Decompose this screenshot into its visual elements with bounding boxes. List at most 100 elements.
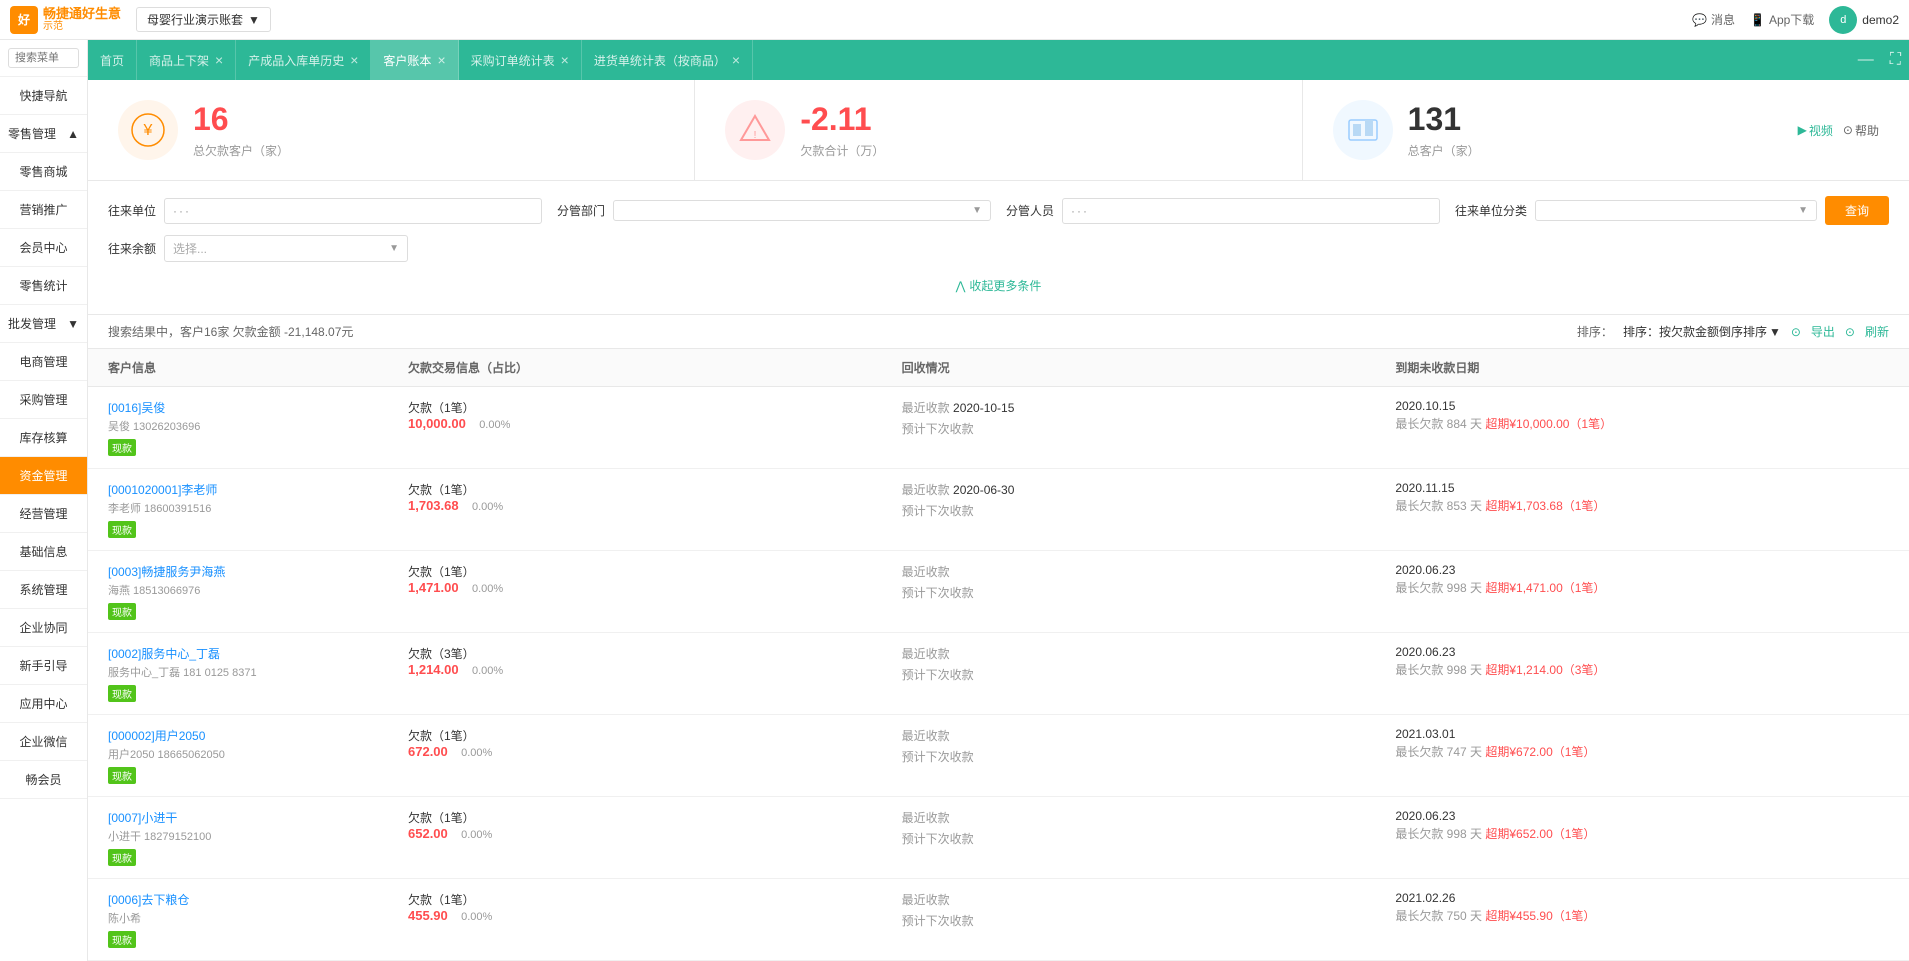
sidebar-item-system[interactable]: 系统管理 (0, 571, 87, 609)
refresh-icon: ⊙ (1845, 325, 1855, 339)
collapse-filters-btn[interactable]: ⋀ 收起更多条件 (108, 272, 1889, 299)
balance-label: 往来余额 (108, 240, 156, 257)
tab-product-history[interactable]: 产成品入库单历史 × (236, 40, 371, 80)
sidebar-item-member-plus[interactable]: 畅会员 (0, 761, 87, 799)
person-input[interactable]: ··· (1062, 198, 1440, 224)
svg-text:¥: ¥ (143, 122, 153, 139)
debt-amount-7: 455.90 (408, 908, 448, 923)
overdue-info-4: 2020.06.23 最长欠款 998 天 超期¥1,214.00（3笔） (1395, 645, 1889, 678)
overdue-link-4[interactable]: 超期¥1,214.00（3笔） (1485, 663, 1605, 677)
overdue-link-6[interactable]: 超期¥652.00（1笔） (1485, 827, 1595, 841)
supplier-input[interactable]: ··· (164, 198, 542, 224)
customer-name-1[interactable]: [0016]吴俊 (108, 399, 408, 416)
customer-tag-4: 现款 (108, 685, 136, 702)
overdue-link-1[interactable]: 超期¥10,000.00（1笔） (1485, 417, 1612, 431)
sidebar-item-appcenter[interactable]: 应用中心 (0, 685, 87, 723)
debt-info-4: 欠款（3笔） 1,214.00 0.00% (408, 645, 902, 677)
sidebar-item-newguide[interactable]: 新手引导 (0, 647, 87, 685)
customer-name-7[interactable]: [0006]去下粮仓 (108, 891, 408, 908)
sidebar-item-purchase[interactable]: 采购管理 (0, 381, 87, 419)
col-header-customer: 客户信息 (108, 359, 408, 376)
debt-info-7: 欠款（1笔） 455.90 0.00% (408, 891, 902, 923)
tab-close-purchase-stats[interactable]: × (732, 53, 740, 67)
tab-close-purchase-order[interactable]: × (561, 53, 569, 67)
debt-percent-4: 0.00% (472, 665, 503, 677)
search-button[interactable]: 查询 (1825, 196, 1889, 225)
debt-amount-5: 672.00 (408, 744, 448, 759)
debt-amount-1: 10,000.00 (408, 416, 466, 431)
export-btn[interactable]: 导出 (1811, 323, 1835, 340)
customer-name-2[interactable]: [0001020001]李老师 (108, 481, 408, 498)
customer-name-4[interactable]: [0002]服务中心_丁磊 (108, 645, 408, 662)
help-btn[interactable]: ⊙ 帮助 (1843, 122, 1879, 139)
sidebar-item-ecommerce[interactable]: 电商管理 (0, 343, 87, 381)
table-header: 客户信息 欠款交易信息（占比） 回收情况 到期未收款日期 (88, 349, 1909, 387)
overdue-info-7: 2021.02.26 最长欠款 750 天 超期¥455.90（1笔） (1395, 891, 1889, 924)
search-input[interactable] (8, 48, 79, 68)
debt-count-7: 欠款（1笔） (408, 891, 902, 908)
sidebar-item-batch[interactable]: 批发管理▼ (0, 305, 87, 343)
debt-count-3: 欠款（1笔） (408, 563, 902, 580)
collapse-icon: ⋀ (956, 279, 966, 293)
sidebar-item-operations[interactable]: 经营管理 (0, 495, 87, 533)
overdue-link-3[interactable]: 超期¥1,471.00（1笔） (1485, 581, 1605, 595)
overdue-link-7[interactable]: 超期¥455.90（1笔） (1485, 909, 1595, 923)
debt-count-6: 欠款（1笔） (408, 809, 902, 826)
tab-close-product-listing[interactable]: × (215, 53, 223, 67)
tab-purchase-stats[interactable]: 进货单统计表（按商品） × (582, 40, 753, 80)
tab-customer-account[interactable]: 客户账本 × (371, 40, 458, 80)
sidebar-item-inventory[interactable]: 库存核算 (0, 419, 87, 457)
video-btn[interactable]: ▶ 视频 (1798, 122, 1833, 139)
tab-purchase-order[interactable]: 采购订单统计表 × (459, 40, 582, 80)
sidebar-item-enterprise[interactable]: 企业协同 (0, 609, 87, 647)
sidebar-item-basic-info[interactable]: 基础信息 (0, 533, 87, 571)
customer-name-5[interactable]: [000002]用户2050 (108, 727, 408, 744)
tab-product-listing[interactable]: 商品上下架 × (137, 40, 236, 80)
sidebar-item-wechat[interactable]: 企业微信 (0, 723, 87, 761)
return-info-2: 最近收款 2020-06-30 预计下次收款 (902, 481, 1396, 519)
table-row: [0006]去下粮仓 陈小希 现款 欠款（1笔） 455.90 0.00% (88, 879, 1909, 961)
debt-amount-2: 1,703.68 (408, 498, 459, 513)
debt-percent-1: 0.00% (479, 419, 510, 431)
overdue-link-5[interactable]: 超期¥672.00（1笔） (1485, 745, 1595, 759)
customer-info-3: [0003]畅捷服务尹海燕 海燕 18513066976 现款 (108, 563, 408, 620)
overdue-link-2[interactable]: 超期¥1,703.68（1笔） (1485, 499, 1605, 513)
tab-close-customer-account[interactable]: × (437, 53, 445, 67)
tab-minimize-icon[interactable]: — (1850, 51, 1882, 69)
app-download-btn[interactable]: 📱 App下载 (1750, 11, 1814, 28)
tab-close-product-history[interactable]: × (350, 53, 358, 67)
person-dots: ··· (1071, 204, 1089, 218)
debt-amount-6: 652.00 (408, 826, 448, 841)
sidebar-item-quick-nav[interactable]: 快捷导航 (0, 77, 87, 115)
dept-dropdown-arrow: ▼ (972, 205, 982, 216)
sidebar-item-member[interactable]: 会员中心 (0, 229, 87, 267)
filter-row-2: 往来余额 选择... ▼ (108, 235, 1889, 262)
sidebar-item-marketing[interactable]: 营销推广 (0, 191, 87, 229)
sidebar-item-retail-management[interactable]: 零售管理▲ (0, 115, 87, 153)
sidebar-item-finance[interactable]: 资金管理 (0, 457, 87, 495)
customer-tag-6: 现款 (108, 849, 136, 866)
sidebar-item-retail-stats[interactable]: 零售统计 (0, 267, 87, 305)
dept-select[interactable]: ▼ (613, 200, 991, 221)
refresh-btn[interactable]: 刷新 (1865, 323, 1889, 340)
sidebar-item-retail-mall[interactable]: 零售商城 (0, 153, 87, 191)
table-container: 客户信息 欠款交易信息（占比） 回收情况 到期未收款日期 [0016]吴俊 吴俊… (88, 349, 1909, 961)
debt-total-icon: ! (725, 100, 785, 160)
customer-name-3[interactable]: [0003]畅捷服务尹海燕 (108, 563, 408, 580)
customer-info-2: [0001020001]李老师 李老师 18600391516 现款 (108, 481, 408, 538)
industry-selector[interactable]: 母婴行业演示账套 ▼ (136, 7, 271, 32)
results-summary: 搜索结果中，客户16家 欠款金额 -21,148.07元 (108, 323, 353, 340)
customer-tag-2: 现款 (108, 521, 136, 538)
debt-info-5: 欠款（1笔） 672.00 0.00% (408, 727, 902, 759)
dropdown-arrow: ▼ (248, 13, 260, 27)
app-name: 畅捷通好生意 (43, 6, 121, 22)
sort-selector[interactable]: 排序：按欠款金额倒序排序 ▼ (1623, 323, 1781, 340)
message-btn[interactable]: 💬 消息 (1692, 11, 1735, 28)
tab-home[interactable]: 首页 (88, 40, 137, 80)
tab-expand-icon[interactable]: ⛶ (1882, 51, 1909, 69)
category-select[interactable]: ▼ (1535, 200, 1817, 221)
customer-name-6[interactable]: [0007]小进干 (108, 809, 408, 826)
balance-select[interactable]: 选择... ▼ (164, 235, 408, 262)
user-profile[interactable]: d demo2 (1829, 6, 1899, 34)
overdue-info-6: 2020.06.23 最长欠款 998 天 超期¥652.00（1笔） (1395, 809, 1889, 842)
